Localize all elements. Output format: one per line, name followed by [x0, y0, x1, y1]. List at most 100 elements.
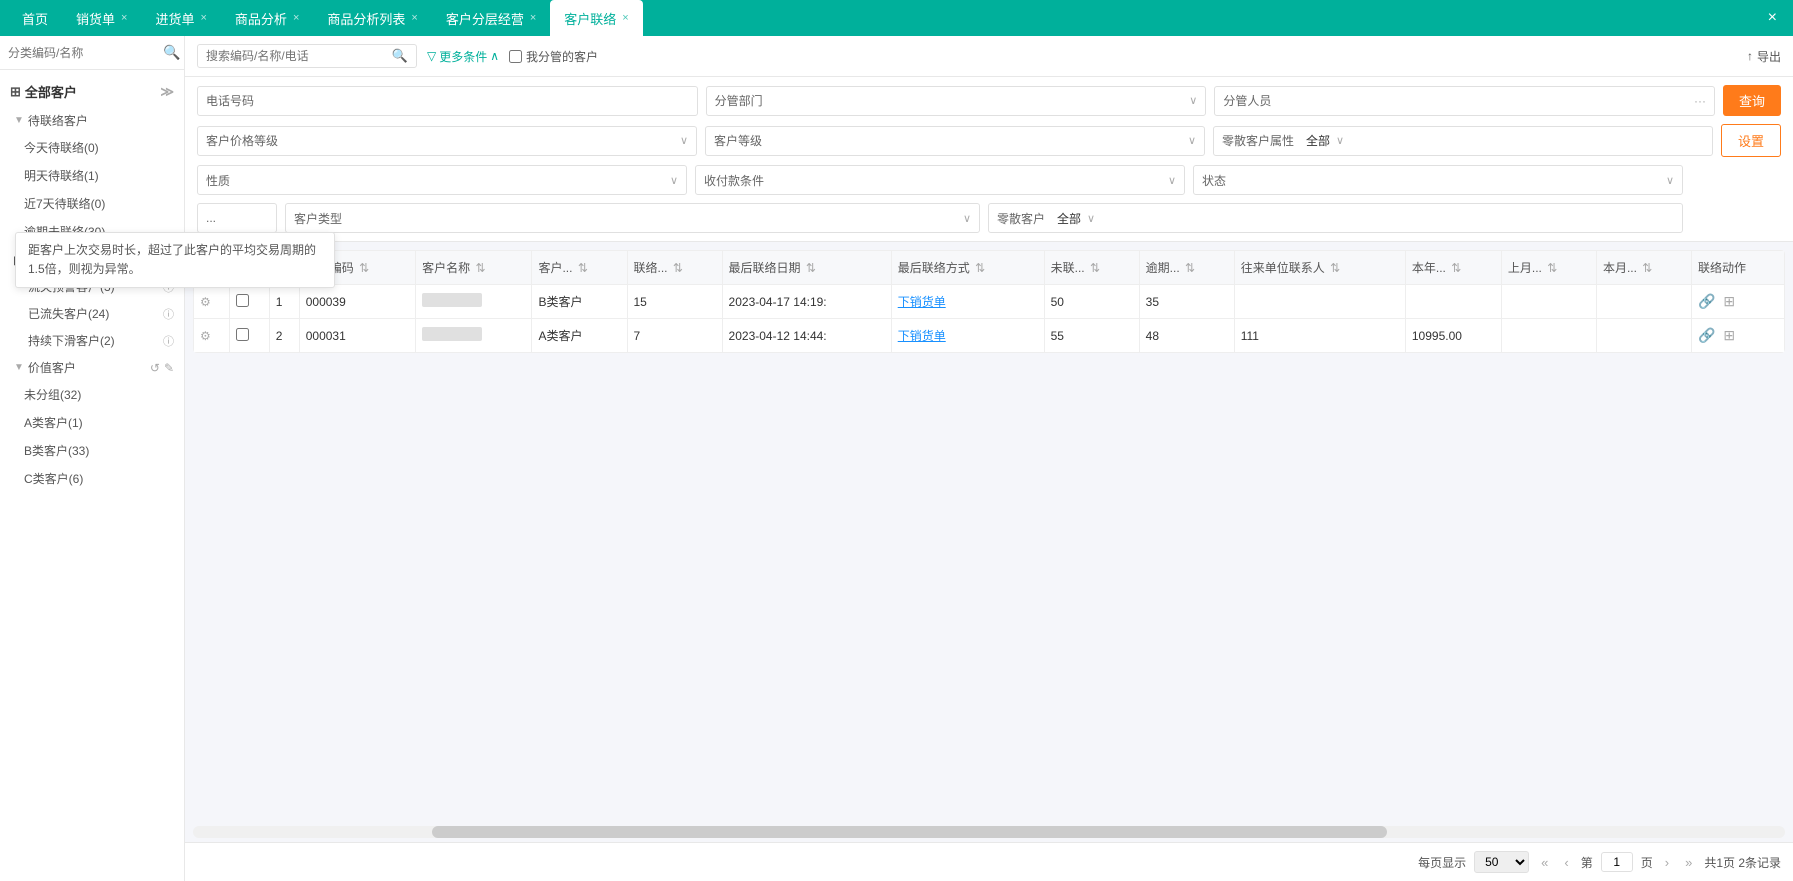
group-pending-contact[interactable]: ▼ 待联络客户 — [0, 107, 184, 134]
dots-icon[interactable]: ··· — [1694, 94, 1706, 108]
name-column-header[interactable]: 客户名称 ⇅ — [416, 251, 532, 285]
main-search-input[interactable] — [206, 49, 392, 63]
this-month-column-header[interactable]: 本月... ⇅ — [1596, 251, 1691, 285]
close-icon[interactable]: × — [622, 12, 628, 24]
group-label: 待联络客户 — [28, 112, 88, 129]
grade-column-header[interactable]: 客户... ⇅ — [532, 251, 627, 285]
export-button[interactable]: ↑ 导出 — [1747, 48, 1781, 65]
all-customers-title[interactable]: ⊞ 全部客户 ≫ — [0, 76, 184, 107]
sidebar-item-ungrouped[interactable]: 未分组(32) — [0, 381, 184, 409]
retail-customer-filter[interactable]: 零散客户 全部 ∨ — [988, 203, 1683, 233]
info-icon[interactable]: ⓘ — [163, 333, 174, 349]
row-contact-person: 111 — [1234, 319, 1405, 353]
last-date-column-header[interactable]: 最后联络日期 ⇅ — [722, 251, 891, 285]
edit-icon[interactable]: ✎ — [164, 361, 174, 375]
close-icon[interactable]: × — [121, 12, 127, 24]
advanced-filter-panel: 电话号码 分管部门 ∨ 分管人员 ··· 查询 客户价格等级 ∨ 客户等 — [185, 77, 1793, 242]
sidebar-search-icon[interactable]: 🔍 — [163, 44, 180, 61]
prev-page-button[interactable]: ‹ — [1560, 855, 1572, 870]
sidebar-item-tomorrow[interactable]: 明天待联络(1) — [0, 162, 184, 190]
my-customers-check[interactable] — [509, 50, 522, 63]
price-grade-filter[interactable]: 客户价格等级 ∨ — [197, 126, 697, 156]
page-input[interactable] — [1601, 852, 1633, 872]
close-icon[interactable]: × — [530, 12, 536, 24]
sidebar-item-declining[interactable]: 持续下滑客户(2) ⓘ — [0, 327, 184, 354]
sidebar-group-value-customers[interactable]: ▼ 价值客户 ↺ ✎ — [0, 354, 184, 381]
chevron-down-icon: ∨ — [1189, 94, 1197, 107]
next-page-button[interactable]: › — [1661, 855, 1673, 870]
table-area: ⚙ 客户编码 ⇅ 客户名称 ⇅ — [185, 242, 1793, 826]
tab-customer-contact[interactable]: 客户联络 × — [550, 0, 642, 36]
per-page-label: 每页显示 — [1418, 854, 1466, 871]
table-row: ⚙ 2 000031 A类客户 7 2023-04-12 14:44: 下销货单… — [194, 319, 1785, 353]
dept-filter[interactable]: 分管部门 ∨ — [706, 86, 1207, 116]
this-year-column-header[interactable]: 本年... ⇅ — [1405, 251, 1501, 285]
close-icon[interactable]: × — [293, 12, 299, 24]
sidebar-item-class-b[interactable]: B类客户(33) — [0, 437, 184, 465]
more-conditions-button[interactable]: ▽ 更多条件 ∧ — [427, 48, 499, 65]
sort-icon: ⇅ — [1451, 261, 1461, 275]
grid-action-icon[interactable]: ⊞ — [1723, 293, 1735, 310]
last-month-column-header[interactable]: 上月... ⇅ — [1501, 251, 1596, 285]
search-bar: 🔍 — [197, 44, 417, 68]
retail-attr-filter[interactable]: 零散客户属性 全部 ∨ — [1213, 126, 1713, 156]
last-method-column-header[interactable]: 最后联络方式 ⇅ — [891, 251, 1044, 285]
overdue-column-header[interactable]: 逾期... ⇅ — [1139, 251, 1234, 285]
info-icon[interactable]: ⓘ — [163, 306, 174, 322]
tab-home[interactable]: 首页 — [8, 0, 62, 36]
link-action-icon[interactable]: 🔗 — [1698, 327, 1715, 344]
close-all-button[interactable]: × — [1760, 9, 1785, 27]
horizontal-scrollbar[interactable] — [193, 826, 1785, 838]
row-checkbox[interactable] — [230, 319, 270, 353]
collapse-icon[interactable]: ≫ — [160, 84, 174, 100]
person-filter[interactable]: 分管人员 ··· — [1214, 86, 1715, 116]
row-this-year: 10995.00 — [1405, 319, 1501, 353]
link-action-icon[interactable]: 🔗 — [1698, 293, 1715, 310]
chevron-down-icon: ∨ — [1336, 134, 1344, 147]
sidebar-item-already-lost[interactable]: 已流失客户(24) ⓘ — [0, 300, 184, 327]
filter-row-1: 电话号码 分管部门 ∨ 分管人员 ··· 查询 — [197, 85, 1781, 116]
row-gear[interactable]: ⚙ — [194, 319, 230, 353]
tab-goods-analysis[interactable]: 商品分析 × — [221, 0, 313, 36]
uncontacted-column-header[interactable]: 未联... ⇅ — [1044, 251, 1139, 285]
close-icon[interactable]: × — [411, 12, 417, 24]
tab-sales[interactable]: 销货单 × — [62, 0, 141, 36]
sidebar-item-class-a[interactable]: A类客户(1) — [0, 409, 184, 437]
per-page-select[interactable]: 50 100 200 — [1474, 851, 1529, 873]
page-label-2: 页 — [1641, 854, 1653, 871]
refresh-icon[interactable]: ↺ — [150, 361, 160, 375]
sidebar-search-input[interactable] — [8, 46, 163, 60]
row-action: 🔗 ⊞ — [1691, 285, 1784, 319]
contact-column-header[interactable]: 联络... ⇅ — [627, 251, 722, 285]
grid-action-icon[interactable]: ⊞ — [1723, 327, 1735, 344]
filter-bar: 🔍 ▽ 更多条件 ∧ 我分管的客户 ↑ 导出 — [185, 36, 1793, 77]
tab-goods-analysis-list[interactable]: 商品分析列表 × — [313, 0, 431, 36]
main-layout: 🔍 ⊞ 全部客户 ≫ ▼ 待联络客户 今天待联络(0) 明天待联络(1) 近7天… — [0, 36, 1793, 881]
search-icon[interactable]: 🔍 — [392, 48, 408, 64]
close-icon[interactable]: × — [200, 12, 206, 24]
first-page-button[interactable]: « — [1537, 855, 1552, 870]
row-checkbox[interactable] — [230, 285, 270, 319]
row-last-method[interactable]: 下销货单 — [891, 319, 1044, 353]
customer-type-filter[interactable]: 客户类型 ∨ — [285, 203, 980, 233]
row-last-method[interactable]: 下销货单 — [891, 285, 1044, 319]
settings-button[interactable]: 设置 — [1721, 124, 1781, 157]
row-seq: 2 — [269, 319, 299, 353]
row-gear[interactable]: ⚙ — [194, 285, 230, 319]
payment-filter[interactable]: 收付款条件 ∨ — [695, 165, 1185, 195]
customer-grade-filter[interactable]: 客户等级 ∨ — [705, 126, 1205, 156]
sort-icon: ⇅ — [359, 261, 369, 275]
more-filter-dots[interactable]: ... — [197, 203, 277, 233]
sidebar-item-class-c[interactable]: C类客户(6) — [0, 465, 184, 493]
status-filter[interactable]: 状态 ∨ — [1193, 165, 1683, 195]
sidebar-item-7days[interactable]: 近7天待联络(0) — [0, 190, 184, 218]
tab-purchase[interactable]: 进货单 × — [141, 0, 220, 36]
gender-filter[interactable]: 性质 ∨ — [197, 165, 687, 195]
tab-customer-tier[interactable]: 客户分层经营 × — [432, 0, 550, 36]
phone-filter[interactable]: 电话号码 — [197, 86, 698, 116]
query-button[interactable]: 查询 — [1723, 85, 1781, 116]
last-page-button[interactable]: » — [1681, 855, 1696, 870]
contact-person-column-header[interactable]: 往来单位联系人 ⇅ — [1234, 251, 1405, 285]
sidebar-item-today[interactable]: 今天待联络(0) — [0, 134, 184, 162]
my-customers-checkbox[interactable]: 我分管的客户 — [509, 48, 598, 65]
